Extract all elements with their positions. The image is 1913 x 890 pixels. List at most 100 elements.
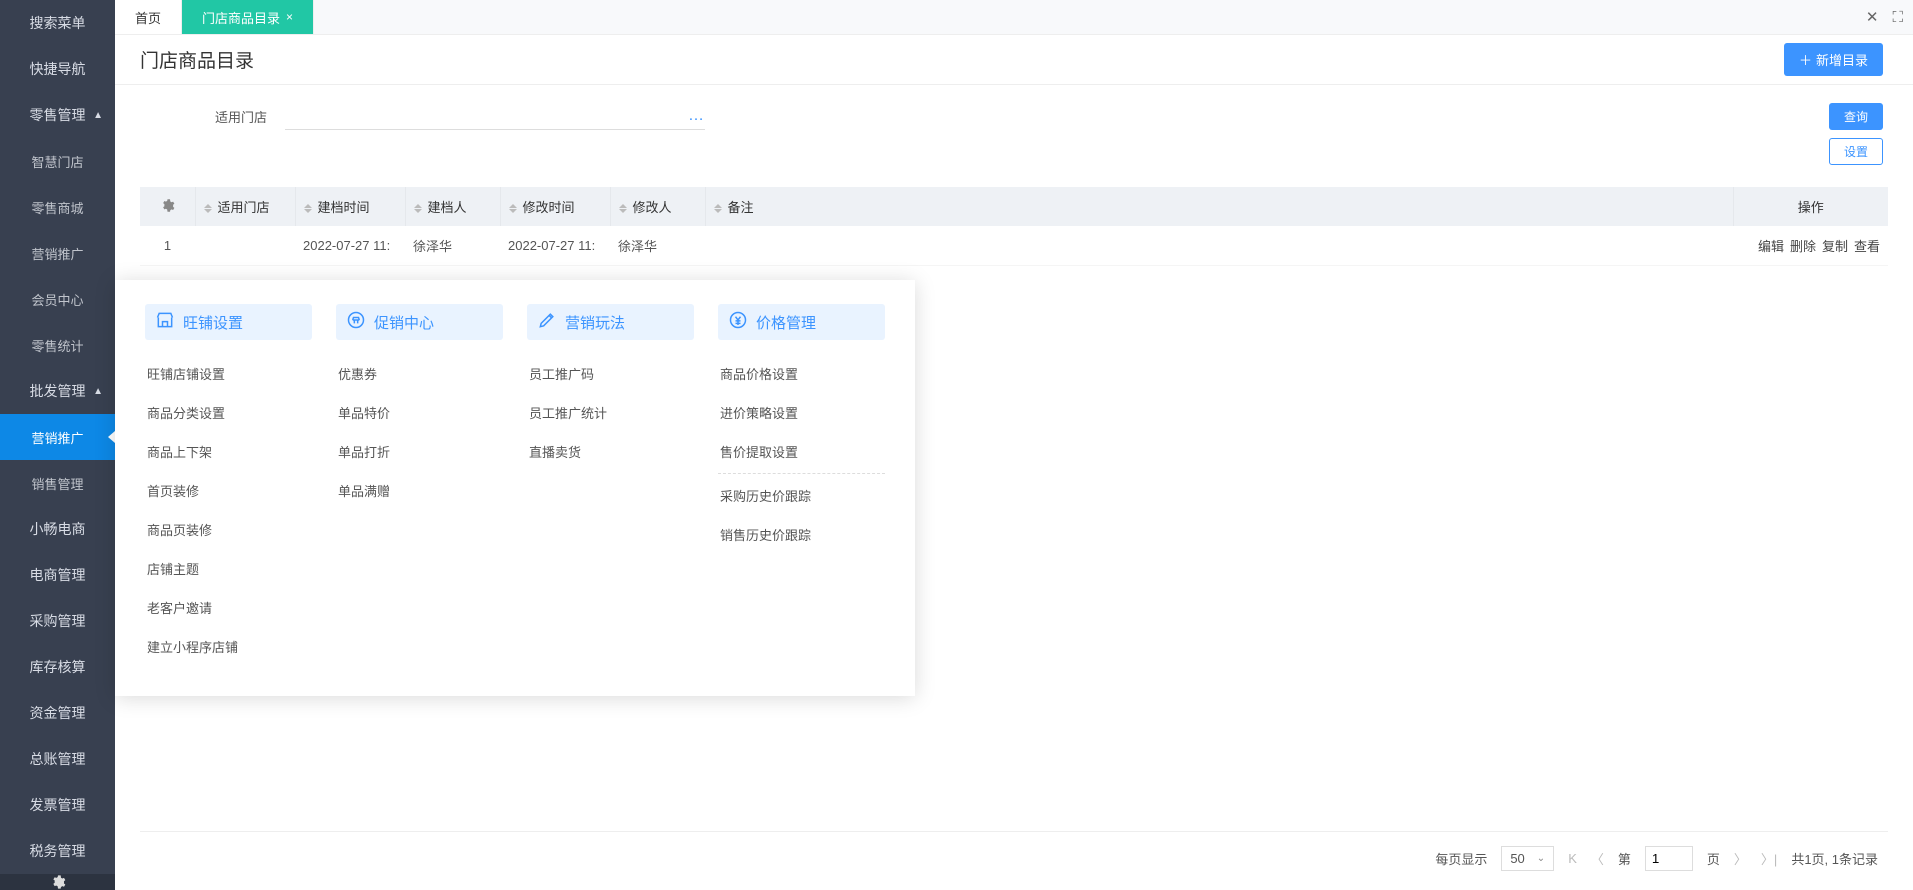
flyout-item[interactable]: 首页装修 [145, 471, 312, 510]
sidebar-item-label: 智慧门店 [31, 152, 83, 171]
flyout-item[interactable]: 采购历史价跟踪 [718, 473, 885, 515]
flyout-column: 促销中心优惠券单品特价单品打折单品满赠 [336, 304, 503, 666]
add-catalog-button[interactable]: ＋ 新增目录 [1784, 43, 1883, 76]
sidebar-item-label: 快捷导航 [30, 59, 86, 79]
sidebar-item[interactable]: 零售统计 [0, 322, 115, 368]
sidebar-item-label: 总账管理 [30, 749, 86, 769]
page-header: 门店商品目录 ＋ 新增目录 [115, 35, 1913, 85]
flyout-header: 促销中心 [336, 304, 503, 340]
sidebar-item[interactable]: 零售管理▲ [0, 92, 115, 138]
sidebar-item[interactable]: 税务管理 [0, 828, 115, 874]
flyout-item[interactable]: 单品特价 [336, 393, 503, 432]
flyout-item[interactable]: 商品价格设置 [718, 354, 885, 393]
flyout-item[interactable]: 建立小程序店铺 [145, 627, 312, 666]
row-action[interactable]: 查看 [1854, 239, 1880, 254]
flyout-item[interactable]: 商品页装修 [145, 510, 312, 549]
promo-icon [346, 310, 366, 334]
tab[interactable]: 门店商品目录 × [182, 0, 314, 34]
flyout-item[interactable]: 进价策略设置 [718, 393, 885, 432]
tab[interactable]: 首页 [115, 0, 182, 34]
per-page-label: 每页显示 [1435, 849, 1487, 868]
sidebar-item[interactable]: 零售商城 [0, 184, 115, 230]
plus-icon: ＋ [1799, 50, 1812, 69]
sidebar-item-label: 营销推广 [31, 428, 83, 447]
chevron-down-icon: ⌄ [1537, 853, 1545, 864]
tab-label: 门店商品目录 [202, 8, 280, 27]
pager-first[interactable]: K [1568, 851, 1577, 866]
col-modified-at[interactable]: 修改时间 [500, 187, 610, 226]
sidebar-item-label: 搜索菜单 [30, 13, 86, 33]
fullscreen-icon[interactable]: ⛶ [1892, 9, 1903, 26]
col-modified-by[interactable]: 修改人 [610, 187, 705, 226]
flyout-header: 营销玩法 [527, 304, 694, 340]
flyout-item[interactable]: 商品分类设置 [145, 393, 312, 432]
col-store[interactable]: 适用门店 [195, 187, 295, 226]
col-gear[interactable] [140, 187, 195, 226]
flyout-header: 价格管理 [718, 304, 885, 340]
flyout-item[interactable]: 旺铺店铺设置 [145, 354, 312, 393]
flyout-item[interactable]: 老客户邀请 [145, 588, 312, 627]
sidebar-item[interactable]: 电商管理 [0, 552, 115, 598]
sidebar-item-label: 会员中心 [31, 290, 83, 309]
sidebar: 搜索菜单快捷导航零售管理▲智慧门店零售商城营销推广会员中心零售统计批发管理▲营销… [0, 0, 115, 885]
query-button[interactable]: 查询 [1829, 103, 1883, 130]
sidebar-item[interactable]: 会员中心 [0, 276, 115, 322]
flyout-header: 旺铺设置 [145, 304, 312, 340]
filter-store-input[interactable] [285, 109, 688, 124]
sidebar-item[interactable]: 智慧门店 [0, 138, 115, 184]
col-actions: 操作 [1733, 187, 1888, 226]
flyout-column-title: 促销中心 [374, 312, 434, 333]
sidebar-item-label: 资金管理 [30, 703, 86, 723]
sidebar-item[interactable]: 发票管理 [0, 782, 115, 828]
filter-store-picker[interactable]: … [688, 107, 705, 125]
page-title: 门店商品目录 [140, 46, 254, 73]
col-created-at[interactable]: 建档时间 [295, 187, 405, 226]
flyout-item[interactable]: 单品满赠 [336, 471, 503, 510]
sidebar-item-label: 电商管理 [30, 565, 86, 585]
pager-next[interactable]: 〉 [1734, 849, 1747, 868]
flyout-item[interactable]: 直播卖货 [527, 432, 694, 471]
tabs-bar: 首页 门店商品目录 × ✕ ⛶ [115, 0, 1913, 35]
close-tab-icon[interactable]: ✕ [1866, 8, 1879, 26]
gear-icon [50, 874, 66, 890]
table-row[interactable]: 12022-07-27 11:徐泽华2022-07-27 11:徐泽华编辑删除复… [140, 226, 1888, 266]
flyout-item[interactable]: 销售历史价跟踪 [718, 515, 885, 554]
col-created-by[interactable]: 建档人 [405, 187, 500, 226]
flyout-item[interactable]: 员工推广统计 [527, 393, 694, 432]
sidebar-item[interactable]: 库存核算 [0, 644, 115, 690]
sidebar-item[interactable]: 营销推广 [0, 230, 115, 276]
sidebar-item[interactable]: 销售管理 [0, 460, 115, 506]
flyout-item[interactable]: 员工推广码 [527, 354, 694, 393]
active-indicator [108, 431, 115, 443]
sidebar-item[interactable]: 营销推广 [0, 414, 115, 460]
flyout-item[interactable]: 商品上下架 [145, 432, 312, 471]
row-action[interactable]: 复制 [1822, 239, 1848, 254]
marketing-flyout: 旺铺设置旺铺店铺设置商品分类设置商品上下架首页装修商品页装修店铺主题老客户邀请建… [115, 280, 915, 696]
row-action[interactable]: 删除 [1790, 239, 1816, 254]
per-page-select[interactable]: 50 ⌄ [1501, 846, 1554, 871]
storefront-icon [155, 310, 175, 334]
pager-last[interactable]: 〉| [1761, 849, 1777, 868]
pager-prev[interactable]: 〈 [1591, 849, 1604, 868]
sidebar-item-label: 库存核算 [30, 657, 86, 677]
sidebar-item[interactable]: 搜索菜单 [0, 0, 115, 46]
chevron-up-icon: ▲ [93, 386, 103, 397]
flyout-item[interactable]: 单品打折 [336, 432, 503, 471]
sidebar-item[interactable]: 批发管理▲ [0, 368, 115, 414]
sidebar-item[interactable]: 快捷导航 [0, 46, 115, 92]
sidebar-item[interactable]: 小畅电商 [0, 506, 115, 552]
flyout-item[interactable]: 售价提取设置 [718, 432, 885, 471]
sidebar-item[interactable]: 采购管理 [0, 598, 115, 644]
col-remark[interactable]: 备注 [705, 187, 1733, 226]
page-input[interactable] [1645, 846, 1693, 871]
filter-store-label: 适用门店 [215, 107, 267, 126]
settings-button[interactable]: 设置 [1829, 138, 1883, 165]
flyout-column-title: 营销玩法 [565, 312, 625, 333]
row-action[interactable]: 编辑 [1758, 239, 1784, 254]
sidebar-item[interactable]: 总账管理 [0, 736, 115, 782]
flyout-item[interactable]: 优惠券 [336, 354, 503, 393]
close-icon[interactable]: × [286, 10, 293, 24]
flyout-item[interactable]: 店铺主题 [145, 549, 312, 588]
sidebar-item[interactable]: 资金管理 [0, 690, 115, 736]
sidebar-settings[interactable] [0, 874, 115, 890]
